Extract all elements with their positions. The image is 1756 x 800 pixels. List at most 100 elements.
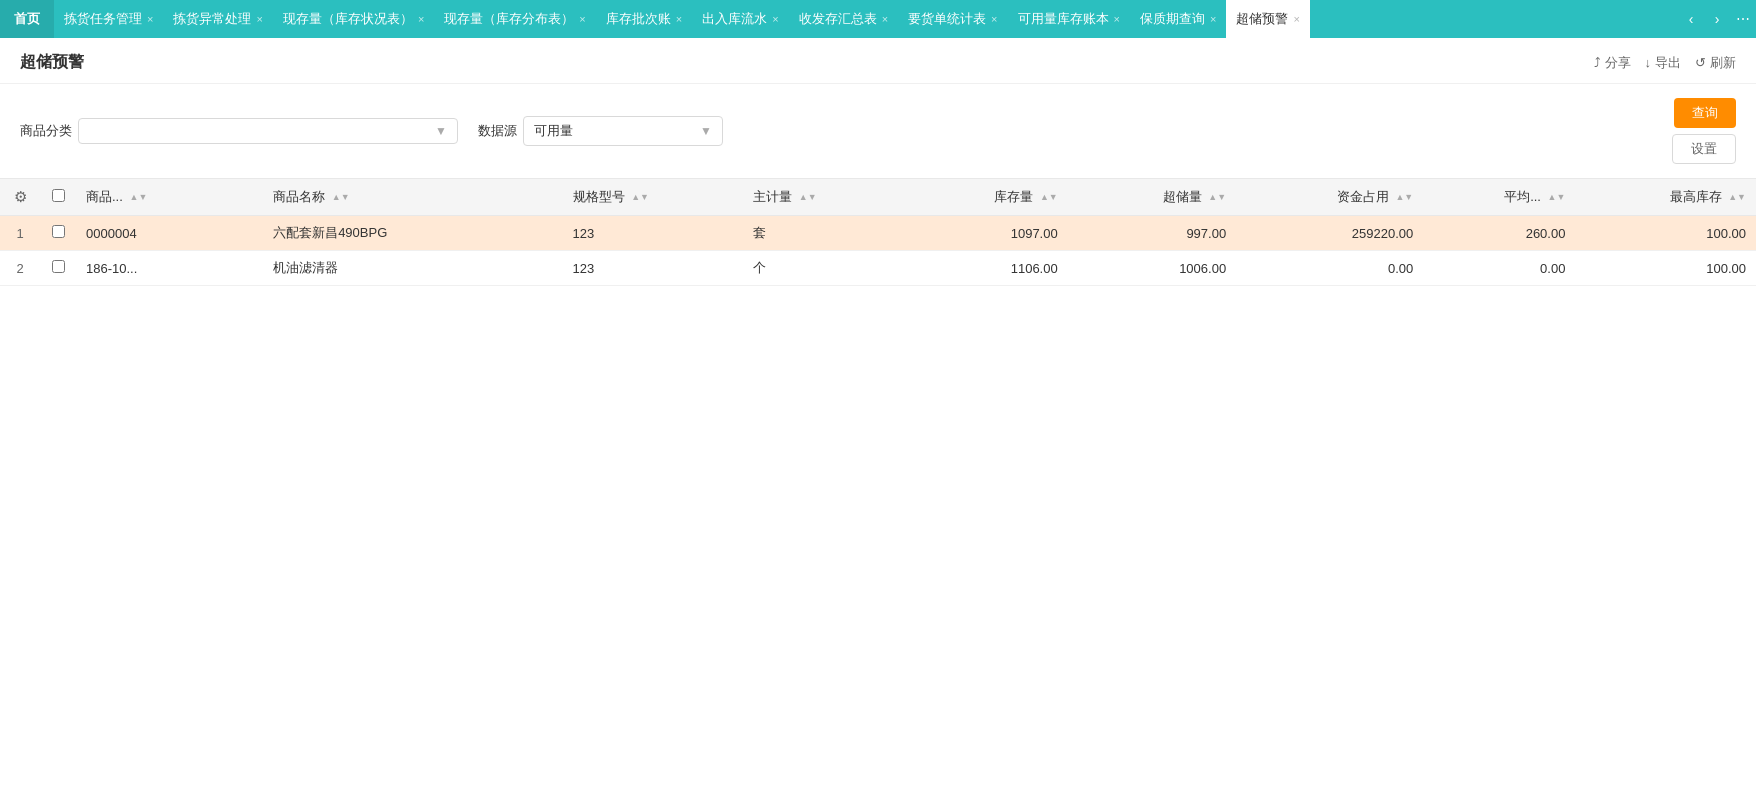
nav-scroll-left-btn[interactable]: ‹ bbox=[1678, 0, 1704, 38]
data-table: ⚙ 商品... ▲▼ 商品名称 ▲▼ 规格型号 ▲▼ bbox=[0, 178, 1756, 286]
nav-tab-6-label: 收发存汇总表 bbox=[799, 10, 877, 28]
col-capital-sort[interactable]: ▲▼ bbox=[1395, 193, 1413, 202]
nav-tab-7-label: 要货单统计表 bbox=[908, 10, 986, 28]
nav-tab-7[interactable]: 要货单统计表 × bbox=[898, 0, 1007, 38]
page-content: 超储预警 ⤴ 分享 ↓ 导出 ↺ 刷新 商品分类 ▼ 数据源 bbox=[0, 38, 1756, 800]
row-index: 2 bbox=[0, 251, 40, 286]
col-unit-label: 主计量 bbox=[753, 189, 792, 204]
row-overflow: 997.00 bbox=[1068, 216, 1236, 251]
table-body: 1 0000004 六配套新昌490BPG 123 套 1097.00 997.… bbox=[0, 216, 1756, 286]
col-header-checkbox[interactable] bbox=[40, 179, 76, 216]
col-header-overflow[interactable]: 超储量 ▲▼ bbox=[1068, 179, 1236, 216]
gear-icon[interactable]: ⚙ bbox=[14, 188, 27, 205]
col-overflow-sort[interactable]: ▲▼ bbox=[1208, 193, 1226, 202]
share-button[interactable]: ⤴ 分享 bbox=[1594, 54, 1631, 72]
nav-tab-3[interactable]: 现存量（库存分布表） × bbox=[434, 0, 595, 38]
nav-tab-6[interactable]: 收发存汇总表 × bbox=[789, 0, 898, 38]
row-avg: 0.00 bbox=[1423, 251, 1575, 286]
row-name: 六配套新昌490BPG bbox=[263, 216, 562, 251]
col-name-label: 商品名称 bbox=[273, 189, 325, 204]
nav-tab-10-label: 超储预警 bbox=[1236, 10, 1288, 28]
row-sku: 0000004 bbox=[76, 216, 263, 251]
nav-tab-10-close[interactable]: × bbox=[1293, 13, 1299, 25]
col-header-stock[interactable]: 库存量 ▲▼ bbox=[899, 179, 1067, 216]
nav-tab-9[interactable]: 保质期查询 × bbox=[1130, 0, 1226, 38]
export-label: 导出 bbox=[1655, 54, 1681, 72]
row-capital: 0.00 bbox=[1236, 251, 1423, 286]
col-maxstock-label: 最高库存 bbox=[1670, 189, 1722, 204]
col-spec-sort[interactable]: ▲▼ bbox=[631, 193, 649, 202]
share-icon: ⤴ bbox=[1594, 55, 1601, 70]
nav-scroll-more-btn[interactable]: ⋯ bbox=[1730, 0, 1756, 38]
datasource-select-arrow: ▼ bbox=[700, 124, 712, 138]
nav-tab-7-close[interactable]: × bbox=[991, 13, 997, 25]
row-overflow: 1006.00 bbox=[1068, 251, 1236, 286]
col-sku-sort[interactable]: ▲▼ bbox=[129, 193, 147, 202]
col-avg-sort[interactable]: ▲▼ bbox=[1548, 193, 1566, 202]
filter-datasource-group: 数据源 可用量 ▼ bbox=[478, 116, 723, 146]
nav-tab-2[interactable]: 现存量（库存状况表） × bbox=[273, 0, 434, 38]
nav-tab-9-close[interactable]: × bbox=[1210, 13, 1216, 25]
row-unit: 个 bbox=[743, 251, 899, 286]
refresh-icon: ↺ bbox=[1695, 55, 1706, 70]
row-name: 机油滤清器 bbox=[263, 251, 562, 286]
col-name-sort[interactable]: ▲▼ bbox=[332, 193, 350, 202]
col-header-avg[interactable]: 平均... ▲▼ bbox=[1423, 179, 1575, 216]
category-label: 商品分类 bbox=[20, 122, 72, 140]
nav-tab-4-label: 库存批次账 bbox=[606, 10, 671, 28]
nav-tab-10[interactable]: 超储预警 × bbox=[1226, 0, 1309, 38]
nav-home[interactable]: 首页 bbox=[0, 0, 54, 38]
query-button[interactable]: 查询 bbox=[1674, 98, 1736, 128]
nav-tab-5[interactable]: 出入库流水 × bbox=[692, 0, 788, 38]
row-stock: 1097.00 bbox=[899, 216, 1067, 251]
table-row: 2 186-10... 机油滤清器 123 个 1106.00 1006.00 … bbox=[0, 251, 1756, 286]
nav-tab-0[interactable]: 拣货任务管理 × bbox=[54, 0, 163, 38]
row-avg: 260.00 bbox=[1423, 216, 1575, 251]
row-checkbox-cell[interactable] bbox=[40, 216, 76, 251]
nav-tab-0-close[interactable]: × bbox=[147, 13, 153, 25]
datasource-select[interactable]: 可用量 ▼ bbox=[523, 116, 723, 146]
nav-tab-5-close[interactable]: × bbox=[772, 13, 778, 25]
row-checkbox[interactable] bbox=[52, 260, 65, 273]
nav-tab-1[interactable]: 拣货异常处理 × bbox=[163, 0, 272, 38]
page-title-bar: 超储预警 ⤴ 分享 ↓ 导出 ↺ 刷新 bbox=[0, 38, 1756, 84]
col-maxstock-sort[interactable]: ▲▼ bbox=[1728, 193, 1746, 202]
nav-tab-1-label: 拣货异常处理 bbox=[173, 10, 251, 28]
col-header-name[interactable]: 商品名称 ▲▼ bbox=[263, 179, 562, 216]
nav-scroll-right-btn[interactable]: › bbox=[1704, 0, 1730, 38]
category-select[interactable]: ▼ bbox=[78, 118, 458, 144]
nav-tab-3-close[interactable]: × bbox=[579, 13, 585, 25]
settings-button[interactable]: 设置 bbox=[1672, 134, 1736, 164]
filter-category-group: 商品分类 ▼ bbox=[20, 118, 458, 144]
export-button[interactable]: ↓ 导出 bbox=[1645, 54, 1682, 72]
col-header-sku[interactable]: 商品... ▲▼ bbox=[76, 179, 263, 216]
share-label: 分享 bbox=[1605, 54, 1631, 72]
select-all-checkbox[interactable] bbox=[52, 189, 65, 202]
col-header-maxstock[interactable]: 最高库存 ▲▼ bbox=[1575, 179, 1756, 216]
export-icon: ↓ bbox=[1645, 55, 1652, 70]
col-stock-sort[interactable]: ▲▼ bbox=[1040, 193, 1058, 202]
nav-tab-6-close[interactable]: × bbox=[882, 13, 888, 25]
table-header-row: ⚙ 商品... ▲▼ 商品名称 ▲▼ 规格型号 ▲▼ bbox=[0, 179, 1756, 216]
col-header-unit[interactable]: 主计量 ▲▼ bbox=[743, 179, 899, 216]
nav-tab-8-close[interactable]: × bbox=[1114, 13, 1120, 25]
row-sku: 186-10... bbox=[76, 251, 263, 286]
refresh-button[interactable]: ↺ 刷新 bbox=[1695, 54, 1736, 72]
datasource-select-value: 可用量 bbox=[534, 122, 573, 140]
nav-tab-8[interactable]: 可用量库存账本 × bbox=[1008, 0, 1130, 38]
row-unit: 套 bbox=[743, 216, 899, 251]
col-header-spec[interactable]: 规格型号 ▲▼ bbox=[563, 179, 744, 216]
nav-tab-4-close[interactable]: × bbox=[676, 13, 682, 25]
nav-tab-3-label: 现存量（库存分布表） bbox=[444, 10, 574, 28]
col-header-capital[interactable]: 资金占用 ▲▼ bbox=[1236, 179, 1423, 216]
col-overflow-label: 超储量 bbox=[1163, 189, 1202, 204]
nav-tab-2-close[interactable]: × bbox=[418, 13, 424, 25]
nav-tab-4[interactable]: 库存批次账 × bbox=[596, 0, 692, 38]
table-wrapper: ⚙ 商品... ▲▼ 商品名称 ▲▼ 规格型号 ▲▼ bbox=[0, 178, 1756, 286]
col-unit-sort[interactable]: ▲▼ bbox=[799, 193, 817, 202]
row-checkbox[interactable] bbox=[52, 225, 65, 238]
row-checkbox-cell[interactable] bbox=[40, 251, 76, 286]
top-nav: 首页 拣货任务管理 × 拣货异常处理 × 现存量（库存状况表） × 现存量（库存… bbox=[0, 0, 1756, 38]
nav-tab-1-close[interactable]: × bbox=[256, 13, 262, 25]
row-maxstock: 100.00 bbox=[1575, 216, 1756, 251]
